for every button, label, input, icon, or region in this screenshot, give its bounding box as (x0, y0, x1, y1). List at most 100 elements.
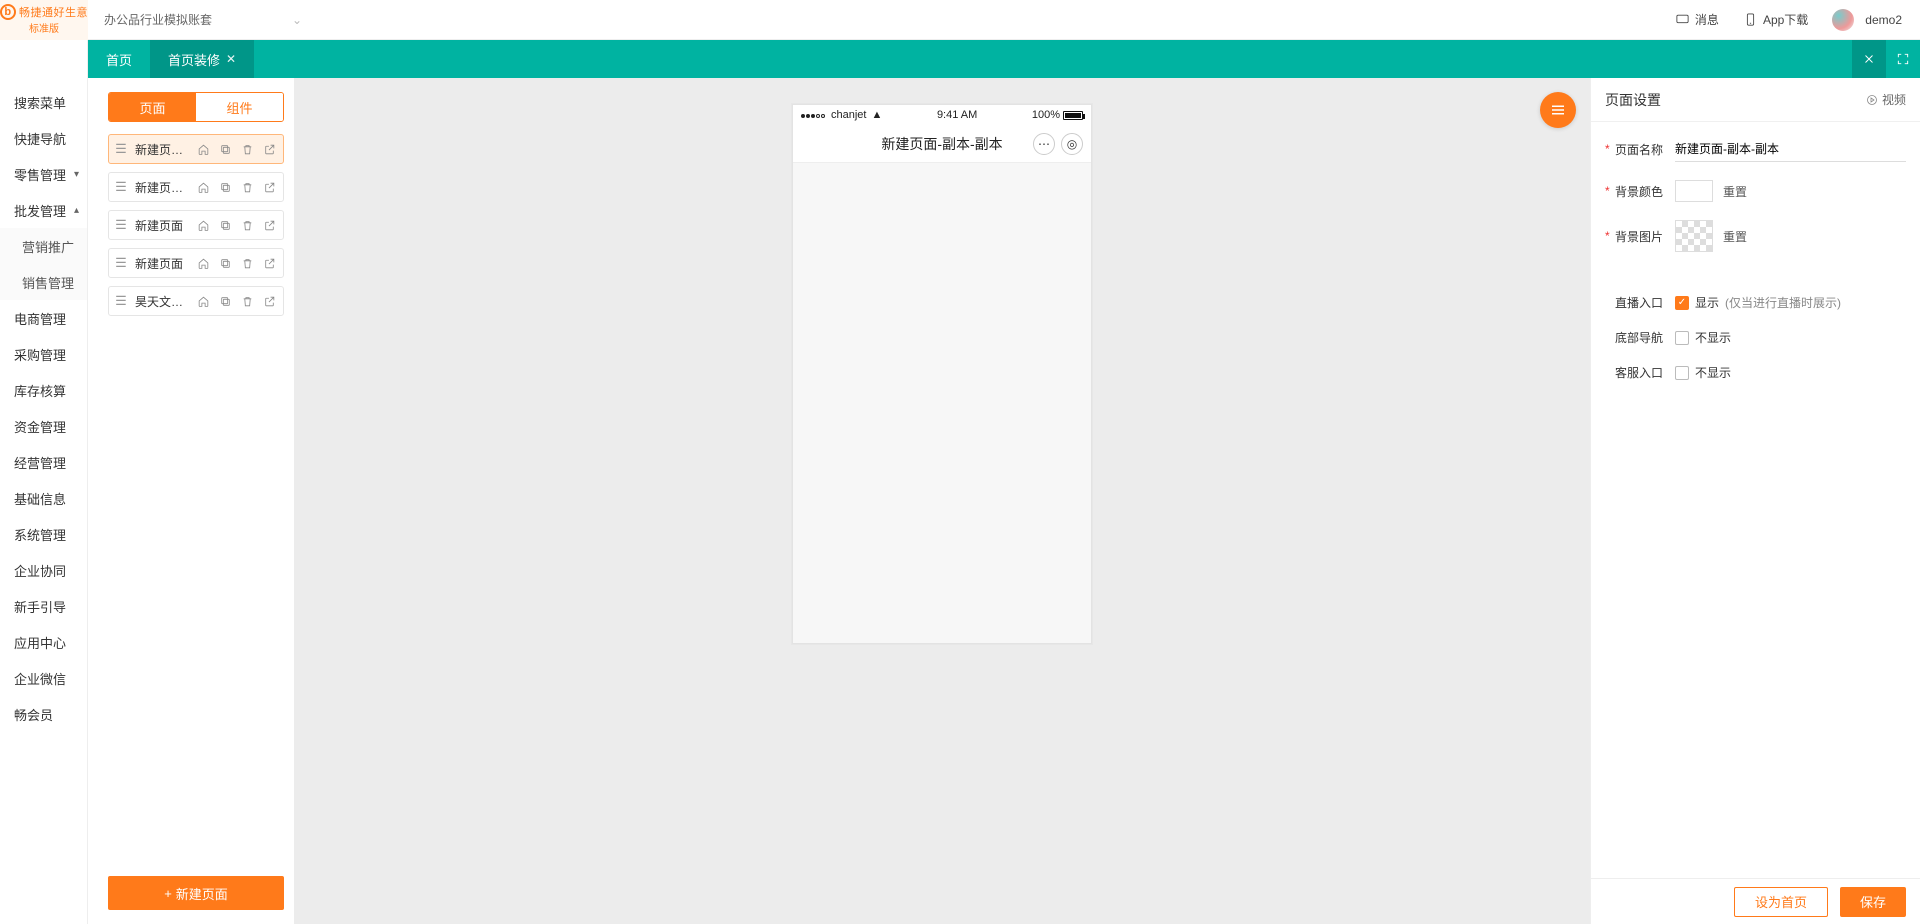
bg-color-label: 背景颜色 (1615, 183, 1675, 200)
tab-close-all[interactable] (1852, 40, 1886, 78)
bg-color-swatch[interactable] (1675, 180, 1713, 202)
page-item-name: 新建页面 (135, 217, 189, 234)
delete-icon[interactable] (239, 217, 255, 233)
service-entry-checkbox[interactable] (1675, 366, 1689, 380)
page-item[interactable]: ☰ 昊天文具店 (108, 286, 284, 316)
nav-item[interactable]: 应用中心 (0, 624, 87, 660)
segment-page[interactable]: 页面 (109, 93, 196, 121)
new-page-button[interactable]: + 新建页面 (108, 876, 284, 910)
service-entry-label: 客服入口 (1615, 364, 1675, 381)
nav-item[interactable]: 采购管理 (0, 336, 87, 372)
page-item-name: 新建页面-副本... (135, 141, 189, 158)
bg-image-swatch[interactable] (1675, 220, 1713, 252)
page-item-name: 新建页面 (135, 255, 189, 272)
external-icon[interactable] (261, 217, 277, 233)
page-name-input[interactable] (1675, 136, 1906, 162)
nav-item[interactable]: 企业协同 (0, 552, 87, 588)
bottom-nav-checkbox[interactable] (1675, 331, 1689, 345)
copy-icon[interactable] (217, 141, 233, 157)
delete-icon[interactable] (239, 293, 255, 309)
drag-icon[interactable]: ☰ (113, 217, 129, 233)
save-button[interactable]: 保存 (1840, 887, 1906, 917)
nav-item[interactable]: 批发管理▴ (0, 192, 87, 228)
nav-subitem[interactable]: 销售管理 (0, 264, 87, 300)
phone-preview: chanjet ▲ 9:41 AM 100% 新建页面-副本-副本 ⋯ ◎ (792, 104, 1092, 644)
home-icon[interactable] (195, 179, 211, 195)
live-entry-checkbox[interactable]: ✓ (1675, 296, 1689, 310)
nav-item[interactable]: 零售管理▾ (0, 156, 87, 192)
page-item[interactable]: ☰ 新建页面-副本... (108, 134, 284, 164)
tab-home[interactable]: 首页 (88, 40, 150, 78)
brand-name: 畅捷通好生意 (19, 4, 88, 20)
home-icon[interactable] (195, 141, 211, 157)
nav-item[interactable]: 畅会员 (0, 696, 87, 732)
nav-item[interactable]: 经营管理 (0, 444, 87, 480)
home-icon[interactable] (195, 217, 211, 233)
nav-item[interactable]: 电商管理 (0, 300, 87, 336)
nav-item[interactable]: 新手引导 (0, 588, 87, 624)
user-menu[interactable]: demo2 (1832, 9, 1902, 31)
nav-subitem[interactable]: 营销推广 (0, 228, 87, 264)
nav-item[interactable]: 库存核算 (0, 372, 87, 408)
copy-icon[interactable] (217, 217, 233, 233)
nav-item[interactable]: 企业微信 (0, 660, 87, 696)
battery-pct: 100% (1032, 109, 1060, 121)
target-icon[interactable]: ◎ (1061, 133, 1083, 155)
home-icon[interactable] (195, 255, 211, 271)
segment-page-label: 页面 (139, 98, 165, 117)
messages-action[interactable]: 消息 (1675, 11, 1719, 28)
account-select[interactable]: 办公品行业模拟账套 ⌄ (104, 11, 302, 28)
nav-item[interactable]: 基础信息 (0, 480, 87, 516)
delete-icon[interactable] (239, 179, 255, 195)
phone-body[interactable] (793, 163, 1091, 643)
copy-icon[interactable] (217, 293, 233, 309)
save-label: 保存 (1860, 892, 1886, 911)
bg-image-reset[interactable]: 重置 (1723, 228, 1747, 245)
chevron-down-icon: ⌄ (292, 13, 302, 27)
drag-icon[interactable]: ☰ (113, 293, 129, 309)
drag-icon[interactable]: ☰ (113, 255, 129, 271)
nav-item[interactable]: 资金管理 (0, 408, 87, 444)
page-item[interactable]: ☰新建页面-副本 (108, 172, 284, 202)
page-item[interactable]: ☰ 新建页面 (108, 210, 284, 240)
phone-title: 新建页面-副本-副本 (881, 134, 1002, 154)
external-icon[interactable] (261, 293, 277, 309)
drag-icon[interactable]: ☰ (113, 179, 129, 195)
wifi-icon: ▲ (871, 109, 882, 121)
settings-footer: 设为首页 保存 (1591, 878, 1920, 924)
home-icon[interactable] (195, 293, 211, 309)
video-help[interactable]: 视频 (1866, 91, 1906, 108)
external-icon[interactable] (261, 179, 277, 195)
tab-decor[interactable]: 首页装修 ✕ (150, 40, 254, 78)
page-item[interactable]: ☰ 新建页面 (108, 248, 284, 278)
brand-logo[interactable]: b 畅捷通好生意 标准版 (0, 0, 88, 40)
set-home-button[interactable]: 设为首页 (1734, 887, 1828, 917)
carrier-label: chanjet (831, 109, 866, 121)
live-entry-note: (仅当进行直播时展示) (1725, 294, 1841, 311)
topbar: b 畅捷通好生意 标准版 办公品行业模拟账套 ⌄ 消息 App下载 demo2 (0, 0, 1920, 40)
copy-icon[interactable] (217, 255, 233, 271)
left-nav: 搜索菜单快捷导航零售管理▾批发管理▴营销推广销售管理电商管理采购管理库存核算资金… (0, 78, 88, 924)
avatar (1832, 9, 1854, 31)
canvas-menu-fab[interactable] (1540, 92, 1576, 128)
segment-component-label: 组件 (226, 98, 252, 117)
tab-fullscreen[interactable] (1886, 40, 1920, 78)
nav-item[interactable]: 系统管理 (0, 516, 87, 552)
more-icon[interactable]: ⋯ (1033, 133, 1055, 155)
delete-icon[interactable] (239, 141, 255, 157)
app-download-action[interactable]: App下载 (1743, 11, 1808, 28)
segment-component[interactable]: 组件 (196, 93, 283, 121)
external-icon[interactable] (261, 141, 277, 157)
nav-item[interactable]: 搜索菜单 (0, 84, 87, 120)
drag-icon[interactable]: ☰ (113, 141, 129, 157)
delete-icon[interactable] (239, 255, 255, 271)
brand-edition: 标准版 (29, 20, 59, 35)
external-icon[interactable] (261, 255, 277, 271)
page-item-name: 昊天文具店 (135, 293, 189, 310)
set-home-label: 设为首页 (1755, 892, 1807, 911)
copy-icon[interactable] (217, 179, 233, 195)
bg-color-reset[interactable]: 重置 (1723, 183, 1747, 200)
nav-item[interactable]: 快捷导航 (0, 120, 87, 156)
close-icon[interactable]: ✕ (226, 52, 236, 66)
page-list: ☰新建页面-副本...☰新建页面-副本☰新建页面☰新建页面☰昊天文具店 (108, 134, 284, 868)
